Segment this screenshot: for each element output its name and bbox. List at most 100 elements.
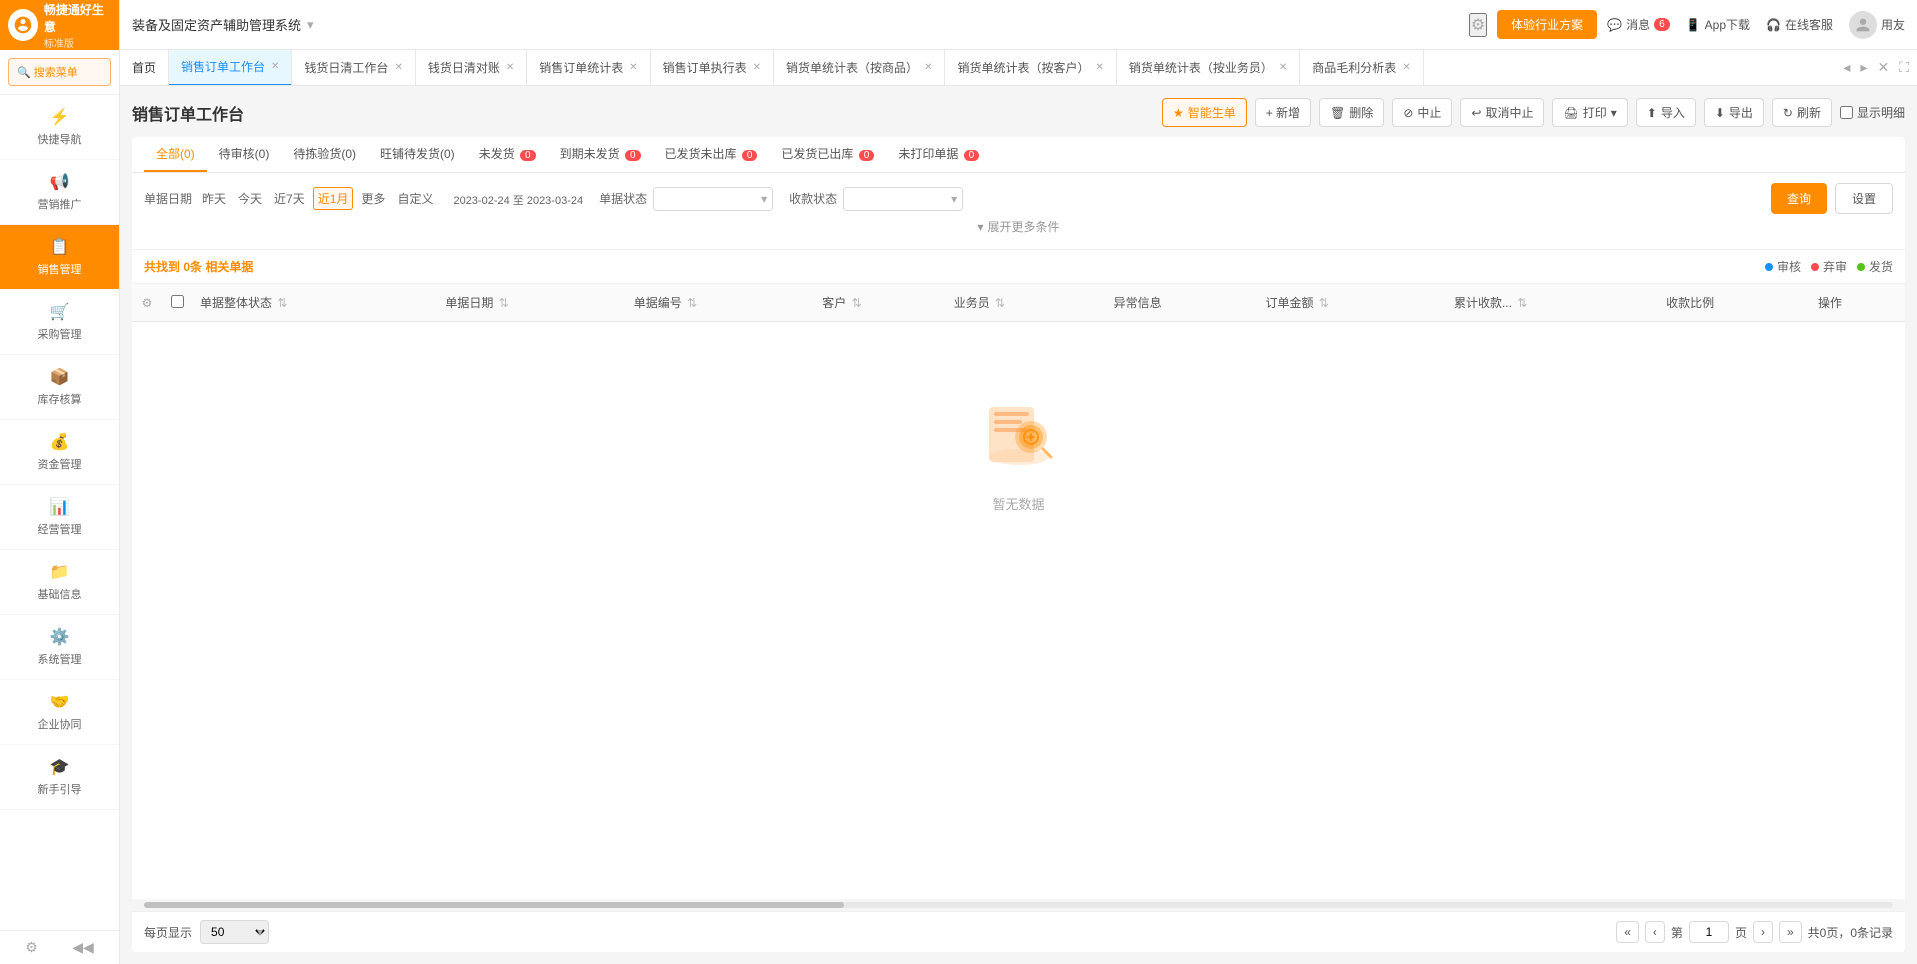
export-btn[interactable]: ⬇ 导出 (1704, 98, 1764, 127)
user-menu[interactable]: 用友 (1849, 11, 1905, 39)
date-option-custom[interactable]: 自定义 (393, 188, 437, 209)
config-button[interactable]: ⚙ (1469, 13, 1487, 37)
trial-button[interactable]: 体验行业方案 (1497, 10, 1597, 39)
refresh-btn[interactable]: ↻ 刷新 (1772, 98, 1832, 127)
tab-close-margin-analysis[interactable]: ✕ (1402, 62, 1410, 73)
print-btn[interactable]: 🖨 打印 ▾ (1552, 98, 1627, 127)
tab-scroll-left-btn[interactable]: ◂ (1839, 55, 1854, 80)
tab-home[interactable]: 首页 (120, 50, 169, 86)
tab-close-goods-stats[interactable]: ✕ (924, 62, 932, 73)
tab-close-current-btn[interactable]: ✕ (1873, 55, 1893, 80)
sidebar-collapse-btn[interactable]: ◀◀ (72, 939, 94, 956)
sidebar-settings-btn[interactable]: ⚙ (25, 939, 38, 956)
app-download-button[interactable]: 📱 App下载 (1686, 16, 1750, 33)
sidebar-search[interactable]: 🔍 搜索菜单 (0, 50, 119, 95)
filter-tab-shipped-not-out[interactable]: 已发货未出库 0 (653, 137, 770, 172)
col-date: 单据日期 ⇅ (437, 284, 625, 322)
tab-close-sales-stats[interactable]: ✕ (629, 62, 637, 73)
expand-conditions-btn[interactable]: ▾ 展开更多条件 (977, 218, 1059, 235)
batch-ship-btn[interactable]: 发货 (1857, 258, 1893, 275)
sidebar-item-operations[interactable]: 📊 经营管理 (0, 485, 119, 550)
date-option-yesterday[interactable]: 昨天 (198, 188, 230, 209)
sort-amount-icon[interactable]: ⇅ (1319, 296, 1329, 310)
sidebar-item-enterprise[interactable]: 🤝 企业协同 (0, 680, 119, 745)
sidebar-item-system[interactable]: ⚙️ 系统管理 (0, 615, 119, 680)
tab-staff-stats[interactable]: 销货单统计表（按业务员） ✕ (1117, 50, 1300, 86)
settings-button[interactable]: 设置 (1835, 183, 1893, 214)
abort-btn[interactable]: ⊘ 中止 (1392, 98, 1452, 127)
tab-fullscreen-btn[interactable]: ⛶ (1895, 55, 1913, 80)
tab-margin-analysis[interactable]: 商品毛利分析表 ✕ (1300, 50, 1423, 86)
first-page-btn[interactable]: « (1616, 921, 1639, 943)
page-number-input[interactable] (1689, 921, 1729, 943)
sidebar-item-marketing[interactable]: 📢 营销推广 (0, 160, 119, 225)
sort-date-icon[interactable]: ⇅ (499, 296, 509, 310)
date-option-1month[interactable]: 近1月 (313, 187, 354, 210)
tab-sales-order[interactable]: 销售订单工作台 ✕ (169, 50, 292, 86)
tab-close-sales-order[interactable]: ✕ (271, 61, 279, 72)
col-abnormal: 异常信息 (1106, 284, 1258, 322)
tab-close-sales-exec[interactable]: ✕ (753, 62, 761, 73)
tab-sales-stats[interactable]: 销售订单统计表 ✕ (527, 50, 650, 86)
import-btn[interactable]: ⬆ 导入 (1636, 98, 1696, 127)
sidebar-item-guide[interactable]: 🎓 新手引导 (0, 745, 119, 810)
filter-tab-unprinted[interactable]: 未打印单据 0 (886, 137, 991, 172)
date-option-more[interactable]: 更多 (357, 188, 389, 209)
filter-tab-all[interactable]: 全部(0) (144, 137, 207, 172)
operations-icon: 📊 (50, 497, 70, 517)
delete-btn[interactable]: 🗑 删除 (1319, 98, 1384, 127)
guide-icon: 🎓 (50, 757, 70, 777)
tab-close-staff-stats[interactable]: ✕ (1279, 62, 1287, 73)
filter-tab-pending-review[interactable]: 待审核(0) (207, 137, 282, 172)
tab-close-customer-stats[interactable]: ✕ (1095, 62, 1103, 73)
smart-create-btn[interactable]: ★ 智能生单 (1162, 98, 1247, 127)
tab-goods-stats[interactable]: 销货单统计表（按商品） ✕ (774, 50, 945, 86)
cancel-abort-btn[interactable]: ↩ 取消中止 (1460, 98, 1544, 127)
sort-customer-icon[interactable]: ⇅ (852, 296, 862, 310)
tab-sales-exec[interactable]: 销售订单执行表 ✕ (651, 50, 774, 86)
sort-number-icon[interactable]: ⇅ (687, 296, 697, 310)
payment-select[interactable] (843, 187, 963, 211)
sort-status-icon[interactable]: ⇅ (277, 296, 287, 310)
tab-customer-stats[interactable]: 销货单统计表（按客户） ✕ (945, 50, 1116, 86)
filter-tab-overdue[interactable]: 到期未发货 0 (548, 137, 653, 172)
tab-scroll-right-btn[interactable]: ▸ (1856, 55, 1871, 80)
import-icon: ⬆ (1647, 106, 1657, 120)
col-checkbox[interactable] (162, 284, 192, 322)
page-size-select[interactable]: 50 100 200 (200, 920, 269, 944)
sort-staff-icon[interactable]: ⇅ (995, 296, 1005, 310)
filter-tab-wangpu[interactable]: 旺铺待发货(0) (368, 137, 467, 172)
add-btn[interactable]: + 新增 (1255, 98, 1311, 127)
message-button[interactable]: 💬 消息 6 (1607, 16, 1670, 33)
filter-tab-unshipped[interactable]: 未发货 0 (467, 137, 548, 172)
next-page-btn[interactable]: › (1753, 921, 1773, 943)
date-option-7days[interactable]: 近7天 (270, 188, 309, 209)
online-service-button[interactable]: 🎧 在线客服 (1766, 16, 1833, 33)
col-settings[interactable]: ⚙ (132, 284, 162, 322)
tab-close-reconcile[interactable]: ✕ (506, 62, 514, 73)
status-select[interactable] (653, 187, 773, 211)
batch-cancel-btn[interactable]: 弃审 (1811, 258, 1847, 275)
scrollbar[interactable] (132, 899, 1905, 911)
tab-close-cash-daily[interactable]: ✕ (394, 62, 402, 73)
query-button[interactable]: 查询 (1771, 183, 1827, 214)
prev-page-btn[interactable]: ‹ (1645, 921, 1665, 943)
scrollbar-thumb[interactable] (144, 902, 844, 908)
sort-collected-icon[interactable]: ⇅ (1517, 296, 1527, 310)
batch-review-btn[interactable]: 审核 (1765, 258, 1801, 275)
sidebar-item-sales[interactable]: 📋 销售管理 (0, 225, 119, 290)
search-menu-button[interactable]: 🔍 搜索菜单 (8, 58, 111, 86)
last-page-btn[interactable]: » (1779, 921, 1802, 943)
filter-tab-pending-check[interactable]: 待拣验货(0) (281, 137, 368, 172)
filter-tab-shipped-out[interactable]: 已发货已出库 0 (769, 137, 886, 172)
tab-reconcile[interactable]: 钱货日清对账 ✕ (416, 50, 527, 86)
sidebar-item-quick-nav[interactable]: ⚡ 快捷导航 (0, 95, 119, 160)
date-option-today[interactable]: 今天 (234, 188, 266, 209)
tab-cash-daily[interactable]: 钱货日清工作台 ✕ (292, 50, 415, 86)
sidebar-item-inventory[interactable]: 📦 库存核算 (0, 355, 119, 420)
show-detail-checkbox[interactable]: 显示明细 (1840, 104, 1905, 121)
sidebar-item-finance[interactable]: 💰 资金管理 (0, 420, 119, 485)
sidebar-item-base-info[interactable]: 📁 基础信息 (0, 550, 119, 615)
system-dropdown-btn[interactable]: ▾ (307, 17, 314, 33)
sidebar-item-purchase[interactable]: 🛒 采购管理 (0, 290, 119, 355)
